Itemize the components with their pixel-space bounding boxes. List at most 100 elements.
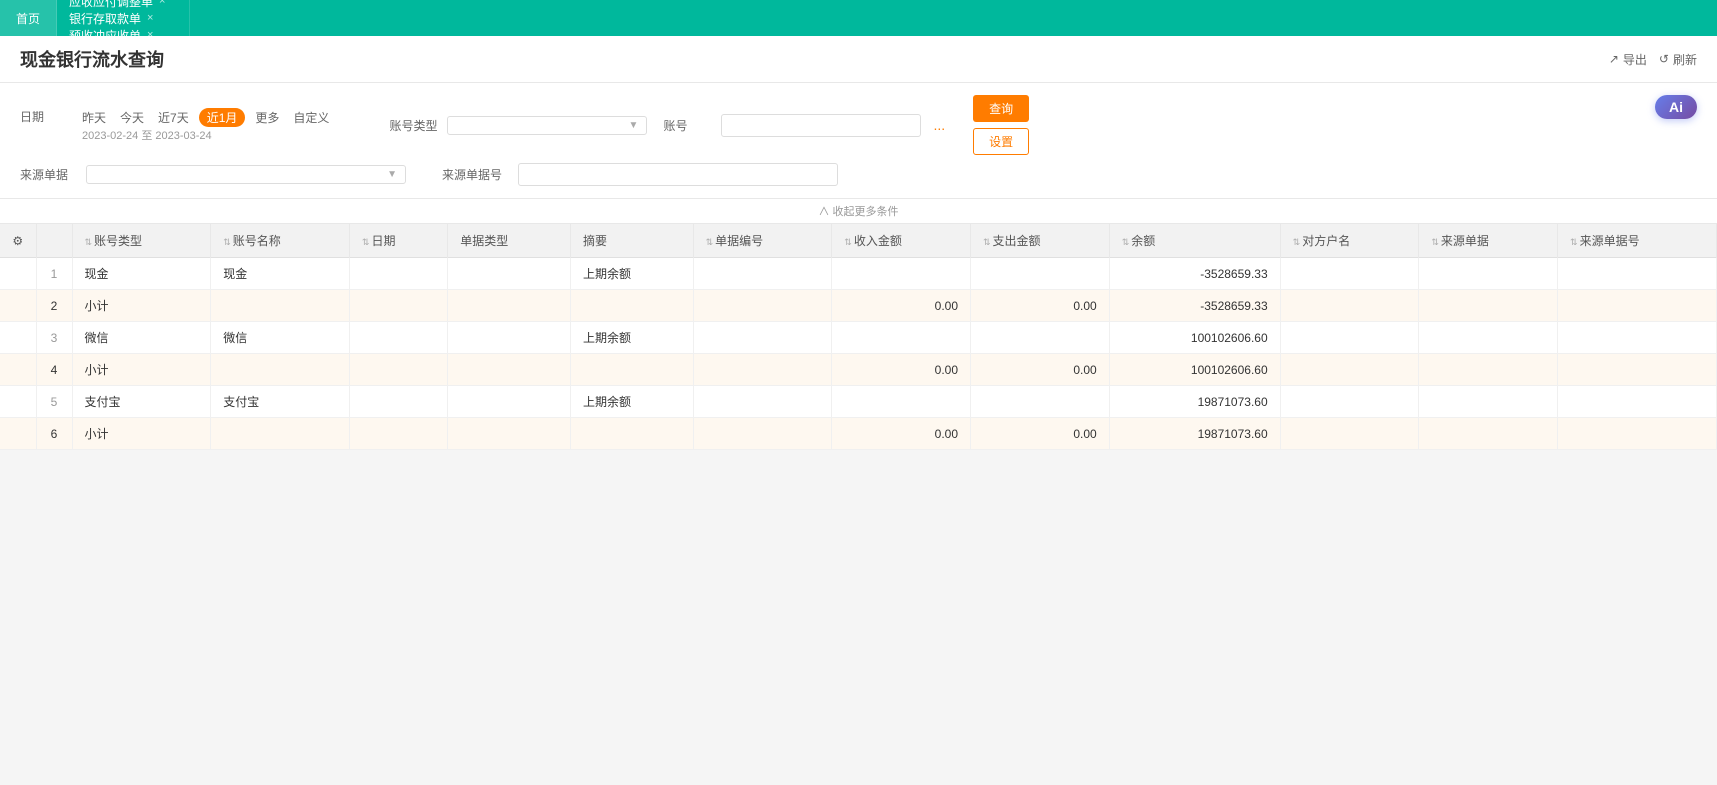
cell-doc_no: [693, 418, 832, 450]
collapse-label: 收起更多条件: [833, 206, 899, 218]
account-type-filter: 账号类型 ▼: [389, 116, 647, 135]
row-number: 6: [36, 418, 72, 450]
cell-counterpart: [1280, 290, 1419, 322]
nav-tab-预收冲应收单[interactable]: 预收冲应收单×: [57, 27, 190, 37]
cell-doc_no: [693, 290, 832, 322]
top-nav: 首页 收款单×付款单×其他收入单×应收应付调整单×银行存取款单×预收冲应收单×收…: [0, 0, 1717, 36]
source-doc-no-label: 来源单据号: [442, 166, 502, 183]
date-shortcut-昨天[interactable]: 昨天: [78, 108, 110, 127]
close-icon[interactable]: ×: [159, 0, 165, 7]
col-header-counterpart[interactable]: ⇅对方户名: [1280, 224, 1419, 258]
data-table: ⚙⇅账号类型⇅账号名称⇅日期单据类型摘要⇅单据编号⇅收入金额⇅支出金额⇅余额⇅对…: [0, 224, 1717, 450]
cell-account_name: [211, 354, 350, 386]
cell-account_name: [211, 290, 350, 322]
cell-doc_type: [448, 418, 571, 450]
cell-counterpart: [1280, 258, 1419, 290]
cell-date: [349, 258, 447, 290]
cell-counterpart: [1280, 322, 1419, 354]
gear-icon[interactable]: ⚙: [12, 234, 23, 248]
collapse-icon: ∧: [818, 206, 832, 218]
date-shortcut-近1月[interactable]: 近1月: [199, 108, 246, 127]
cell-source_doc: [1419, 322, 1558, 354]
col-header-income[interactable]: ⇅收入金额: [832, 224, 971, 258]
export-button[interactable]: ↗ 导出: [1609, 51, 1647, 68]
cell-doc_no: [693, 258, 832, 290]
col-header-doc_no[interactable]: ⇅单据编号: [693, 224, 832, 258]
nav-tab-应收应付调整单[interactable]: 应收应付调整单×: [57, 0, 190, 10]
refresh-button[interactable]: ↺ 刷新: [1659, 51, 1697, 68]
col-label-source_doc_no: 来源单据号: [1580, 234, 1640, 248]
nav-tab-银行存取款单[interactable]: 银行存取款单×: [57, 10, 190, 27]
col-label-income: 收入金额: [854, 234, 902, 248]
col-header-account_name[interactable]: ⇅账号名称: [211, 224, 350, 258]
settings-button[interactable]: 设置: [973, 128, 1029, 155]
cell-doc_type: [448, 354, 571, 386]
date-range-display: 2023-02-24 至 2023-03-24: [82, 127, 333, 143]
cell-account_type: 小计: [72, 290, 211, 322]
close-icon[interactable]: ×: [147, 12, 153, 24]
source-doc-label: 来源单据: [20, 166, 70, 183]
account-dots-btn[interactable]: ...: [933, 117, 945, 133]
col-header-source_doc_no[interactable]: ⇅来源单据号: [1558, 224, 1717, 258]
cell-summary: [570, 418, 693, 450]
cell-account_type: 小计: [72, 418, 211, 450]
cell-date: [349, 386, 447, 418]
ai-button[interactable]: Ai: [1655, 95, 1697, 119]
cell-income: 0.00: [832, 354, 971, 386]
cell-source_doc_no: [1558, 418, 1717, 450]
collapse-bar[interactable]: ∧ 收起更多条件: [0, 199, 1717, 224]
col-header-source_doc[interactable]: ⇅来源单据: [1419, 224, 1558, 258]
cell-summary: 上期余额: [570, 322, 693, 354]
cell-source_doc_no: [1558, 322, 1717, 354]
cell-expense: 0.00: [971, 418, 1110, 450]
export-icon: ↗: [1609, 52, 1619, 66]
export-label: 导出: [1623, 51, 1647, 68]
cell-source_doc: [1419, 386, 1558, 418]
date-filter-group: 日期 昨天今天近7天近1月更多自定义 2023-02-24 至 2023-03-…: [20, 108, 333, 143]
cell-date: [349, 322, 447, 354]
query-button[interactable]: 查询: [973, 95, 1029, 122]
col-label-expense: 支出金额: [993, 234, 1041, 248]
table-row: 1现金现金上期余额-3528659.33: [0, 258, 1717, 290]
cell-source_doc: [1419, 290, 1558, 322]
date-shortcut-近7天[interactable]: 近7天: [154, 108, 193, 127]
row-gear-cell: [0, 386, 36, 418]
col-header-doc_type: 单据类型: [448, 224, 571, 258]
col-header-account_type[interactable]: ⇅账号类型: [72, 224, 211, 258]
cell-income: 0.00: [832, 290, 971, 322]
cell-expense: [971, 386, 1110, 418]
chevron-down-icon: ▼: [629, 120, 639, 131]
cell-doc_type: [448, 386, 571, 418]
col-label-account_name: 账号名称: [233, 234, 281, 248]
cell-source_doc_no: [1558, 258, 1717, 290]
cell-balance: -3528659.33: [1109, 258, 1280, 290]
sort-icon: ⇅: [1570, 237, 1578, 247]
cell-balance: 100102606.60: [1109, 354, 1280, 386]
cell-expense: [971, 322, 1110, 354]
table-row: 4小计0.000.00100102606.60: [0, 354, 1717, 386]
cell-account_name: 支付宝: [211, 386, 350, 418]
cell-account_type: 小计: [72, 354, 211, 386]
col-header-date[interactable]: ⇅日期: [349, 224, 447, 258]
source-doc-no-input[interactable]: [518, 163, 838, 186]
cell-account_type: 微信: [72, 322, 211, 354]
col-header-balance[interactable]: ⇅余额: [1109, 224, 1280, 258]
close-icon[interactable]: ×: [147, 29, 153, 36]
account-input[interactable]: [721, 114, 921, 137]
date-shortcut-今天[interactable]: 今天: [116, 108, 148, 127]
account-type-label: 账号类型: [389, 117, 439, 134]
cell-summary: [570, 290, 693, 322]
date-shortcut-自定义[interactable]: 自定义: [289, 108, 333, 127]
col-header-expense[interactable]: ⇅支出金额: [971, 224, 1110, 258]
nav-home[interactable]: 首页: [0, 0, 57, 36]
page-header: 现金银行流水查询 ↗ 导出 ↺ 刷新: [0, 36, 1717, 83]
account-type-select[interactable]: ▼: [447, 116, 647, 135]
cell-source_doc_no: [1558, 386, 1717, 418]
cell-account_type: 现金: [72, 258, 211, 290]
cell-source_doc: [1419, 418, 1558, 450]
col-label-summary: 摘要: [583, 234, 607, 248]
cell-expense: [971, 258, 1110, 290]
col-header-summary: 摘要: [570, 224, 693, 258]
date-shortcut-更多[interactable]: 更多: [251, 108, 283, 127]
source-doc-select[interactable]: ▼: [86, 165, 406, 184]
